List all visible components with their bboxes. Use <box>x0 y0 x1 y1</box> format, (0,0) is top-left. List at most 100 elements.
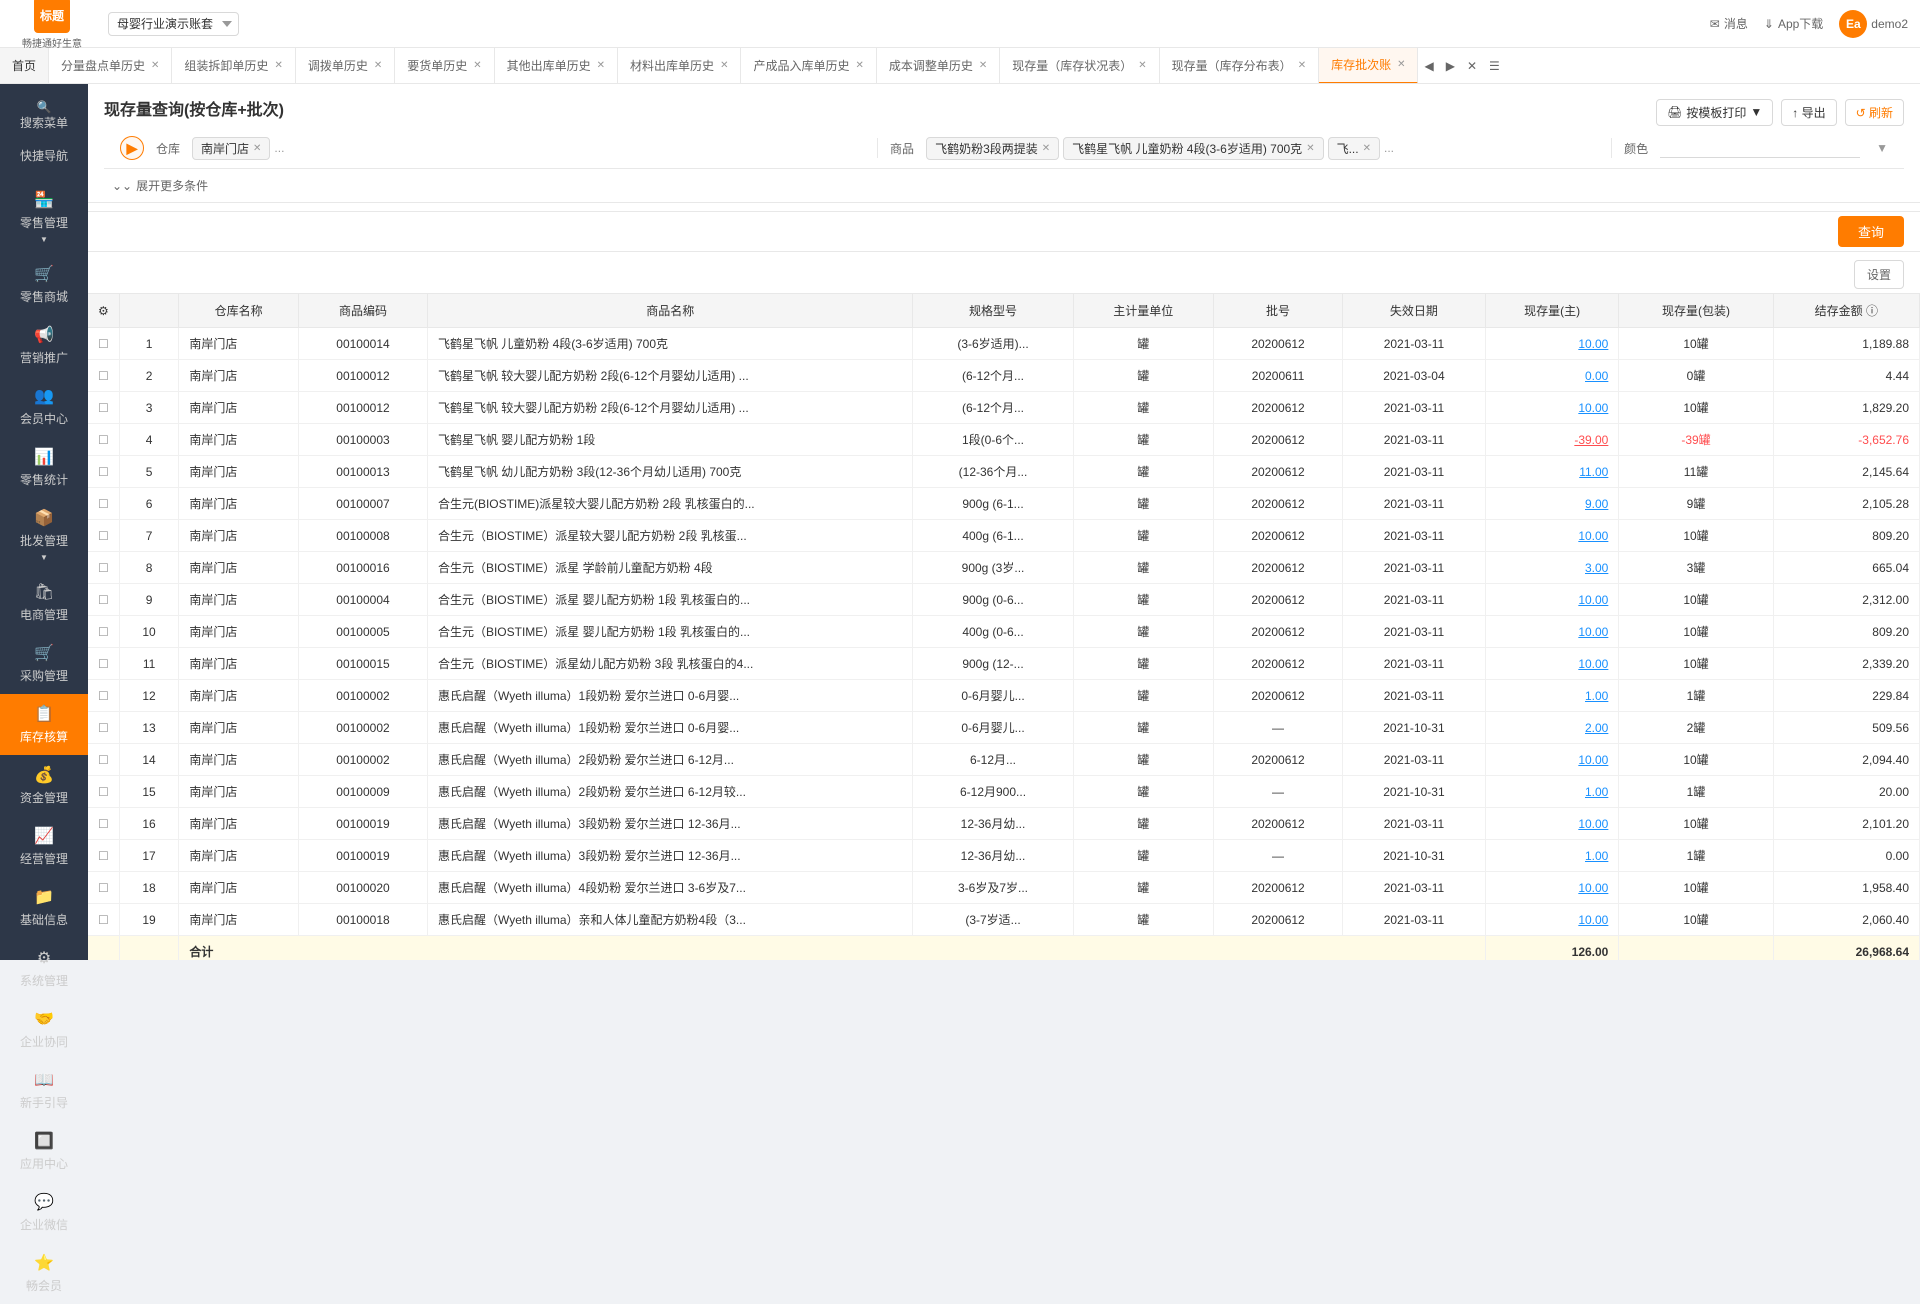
sidebar-item-inventory[interactable]: 📋 库存核算 <box>0 694 88 755</box>
company-select[interactable]: 母婴行业演示账套 <box>108 12 239 36</box>
row-settings-10[interactable]: ☐ <box>88 616 119 648</box>
row-stock-main-7[interactable]: 10.00 <box>1485 520 1619 552</box>
row-settings-19[interactable]: ☐ <box>88 904 119 936</box>
row-stock-main-6[interactable]: 9.00 <box>1485 488 1619 520</box>
tab-close-kucun-pici[interactable]: ✕ <box>1397 59 1405 70</box>
row-stock-main-17[interactable]: 1.00 <box>1485 840 1619 872</box>
tab-home[interactable]: 首页 <box>0 48 49 84</box>
tab-nav-right[interactable]: ▶ <box>1440 59 1461 73</box>
row-settings-4[interactable]: ☐ <box>88 424 119 456</box>
row-stock-main-5[interactable]: 11.00 <box>1485 456 1619 488</box>
user-profile[interactable]: Ea demo2 <box>1839 10 1908 38</box>
tab-close-yaohuo[interactable]: ✕ <box>473 60 481 71</box>
tab-diaopo[interactable]: 调拨单历史 ✕ <box>296 48 395 84</box>
row-stock-main-14[interactable]: 10.00 <box>1485 744 1619 776</box>
tab-xiancun1[interactable]: 现存量（库存状况表） ✕ <box>1000 48 1159 84</box>
settings-button[interactable]: 设置 <box>1854 260 1904 289</box>
tab-chenben[interactable]: 成本调整单历史 ✕ <box>877 48 1000 84</box>
tab-qtchuku[interactable]: 其他出库单历史 ✕ <box>495 48 618 84</box>
row-stock-main-12[interactable]: 1.00 <box>1485 680 1619 712</box>
row-settings-15[interactable]: ☐ <box>88 776 119 808</box>
tab-close-xiancun1[interactable]: ✕ <box>1138 60 1146 71</box>
row-settings-7[interactable]: ☐ <box>88 520 119 552</box>
sidebar-search[interactable]: 🔍 搜索菜单 <box>0 92 88 139</box>
product-tag-2[interactable]: 飞鹤星飞帆 儿童奶粉 4段(3-6岁适用) 700克 ✕ <box>1063 137 1323 160</box>
filter-expand-button[interactable]: ▶ <box>120 136 144 160</box>
row-settings-17[interactable]: ☐ <box>88 840 119 872</box>
row-stock-main-2[interactable]: 0.00 <box>1485 360 1619 392</box>
tab-yaohuo[interactable]: 要货单历史 ✕ <box>395 48 494 84</box>
tab-clchuku[interactable]: 材料出库单历史 ✕ <box>618 48 741 84</box>
sidebar-item-retail-mall[interactable]: 🛒 零售商城 <box>0 254 88 315</box>
tab-close-xiancun2[interactable]: ✕ <box>1298 60 1306 71</box>
sidebar-item-wholesale[interactable]: 📦 批发管理 ▼ <box>0 498 88 572</box>
row-settings-11[interactable]: ☐ <box>88 648 119 680</box>
sidebar-item-changhui[interactable]: ⭐ 畅会员 <box>0 1243 88 1304</box>
col-settings[interactable]: ⚙ <box>88 294 119 328</box>
sidebar-item-finance[interactable]: 💰 资金管理 <box>0 755 88 816</box>
tab-close-clchuku[interactable]: ✕ <box>720 60 728 71</box>
row-stock-main-15[interactable]: 1.00 <box>1485 776 1619 808</box>
sidebar-item-apps[interactable]: 🔲 应用中心 <box>0 1121 88 1182</box>
query-button[interactable]: 查询 <box>1838 216 1904 247</box>
tab-xiancun2[interactable]: 现存量（库存分布表） ✕ <box>1160 48 1319 84</box>
tab-zuzhang[interactable]: 组装拆卸单历史 ✕ <box>172 48 295 84</box>
warehouse-tag-close[interactable]: ✕ <box>253 143 261 154</box>
row-stock-main-9[interactable]: 10.00 <box>1485 584 1619 616</box>
row-settings-18[interactable]: ☐ <box>88 872 119 904</box>
row-stock-main-3[interactable]: 10.00 <box>1485 392 1619 424</box>
app-download-button[interactable]: ⇓ App下载 <box>1764 15 1823 32</box>
sidebar-item-operations[interactable]: 📈 经营管理 <box>0 816 88 877</box>
row-settings-13[interactable]: ☐ <box>88 712 119 744</box>
row-settings-6[interactable]: ☐ <box>88 488 119 520</box>
export-button[interactable]: ↑ 导出 <box>1781 99 1836 126</box>
product-tag-1[interactable]: 飞鹤奶粉3段两提装 ✕ <box>926 137 1059 160</box>
tab-nav-close[interactable]: ✕ <box>1461 59 1483 73</box>
color-dropdown-icon[interactable]: ▼ <box>1876 141 1888 155</box>
row-stock-main-11[interactable]: 10.00 <box>1485 648 1619 680</box>
print-button[interactable]: 🖨 按模板打印 ▼ <box>1656 99 1773 126</box>
row-settings-9[interactable]: ☐ <box>88 584 119 616</box>
sidebar-quick-nav[interactable]: 快捷导航 <box>0 139 88 172</box>
row-settings-5[interactable]: ☐ <box>88 456 119 488</box>
warehouse-tag[interactable]: 南岸门店 ✕ <box>192 137 270 160</box>
tab-close-fenpan[interactable]: ✕ <box>151 60 159 71</box>
tab-chengpin[interactable]: 产成品入库单历史 ✕ <box>741 48 876 84</box>
product-tag3-close[interactable]: ✕ <box>1363 143 1371 154</box>
row-stock-main-8[interactable]: 3.00 <box>1485 552 1619 584</box>
tab-kucun-pici[interactable]: 库存批次账 ✕ <box>1319 48 1418 84</box>
sidebar-item-guide[interactable]: 📖 新手引导 <box>0 1060 88 1121</box>
sidebar-item-ecommerce[interactable]: 🛍 电商管理 <box>0 572 88 633</box>
sidebar-item-retail-mgmt[interactable]: 🏪 零售管理 ▼ <box>0 180 88 254</box>
product-tag-3[interactable]: 飞... ✕ <box>1328 137 1380 160</box>
tab-close-zuzhang[interactable]: ✕ <box>274 60 282 71</box>
row-stock-main-13[interactable]: 2.00 <box>1485 712 1619 744</box>
tab-close-chenben[interactable]: ✕ <box>979 60 987 71</box>
sidebar-item-wechat-work[interactable]: 💬 企业微信 <box>0 1182 88 1243</box>
row-settings-16[interactable]: ☐ <box>88 808 119 840</box>
expand-more-button[interactable]: ⌄⌄ 展开更多条件 <box>104 173 1920 198</box>
sidebar-item-system[interactable]: ⚙ 系统管理 <box>0 938 88 999</box>
row-stock-main-10[interactable]: 10.00 <box>1485 616 1619 648</box>
refresh-button[interactable]: ↺ 刷新 <box>1845 99 1904 126</box>
row-settings-1[interactable]: ☐ <box>88 328 119 360</box>
tab-nav-menu[interactable]: ☰ <box>1483 59 1506 73</box>
message-button[interactable]: ✉ 消息 <box>1710 15 1748 32</box>
row-stock-main-16[interactable]: 10.00 <box>1485 808 1619 840</box>
sidebar-item-marketing[interactable]: 📢 营销推广 <box>0 315 88 376</box>
tab-close-qtchuku[interactable]: ✕ <box>597 60 605 71</box>
color-filter-input[interactable] <box>1660 139 1860 158</box>
tab-close-chengpin[interactable]: ✕ <box>855 60 863 71</box>
product-tag1-close[interactable]: ✕ <box>1042 143 1050 154</box>
tab-fenpan[interactable]: 分量盘点单历史 ✕ <box>49 48 172 84</box>
row-stock-main-4[interactable]: -39.00 <box>1485 424 1619 456</box>
row-settings-14[interactable]: ☐ <box>88 744 119 776</box>
row-settings-12[interactable]: ☐ <box>88 680 119 712</box>
tab-close-diaopo[interactable]: ✕ <box>374 60 382 71</box>
sidebar-item-member[interactable]: 👥 会员中心 <box>0 376 88 437</box>
sidebar-item-basic-info[interactable]: 📁 基础信息 <box>0 877 88 938</box>
product-more[interactable]: ... <box>1384 141 1394 155</box>
warehouse-more[interactable]: ... <box>274 141 284 155</box>
sidebar-item-retail-stats[interactable]: 📊 零售统计 <box>0 437 88 498</box>
row-settings-8[interactable]: ☐ <box>88 552 119 584</box>
